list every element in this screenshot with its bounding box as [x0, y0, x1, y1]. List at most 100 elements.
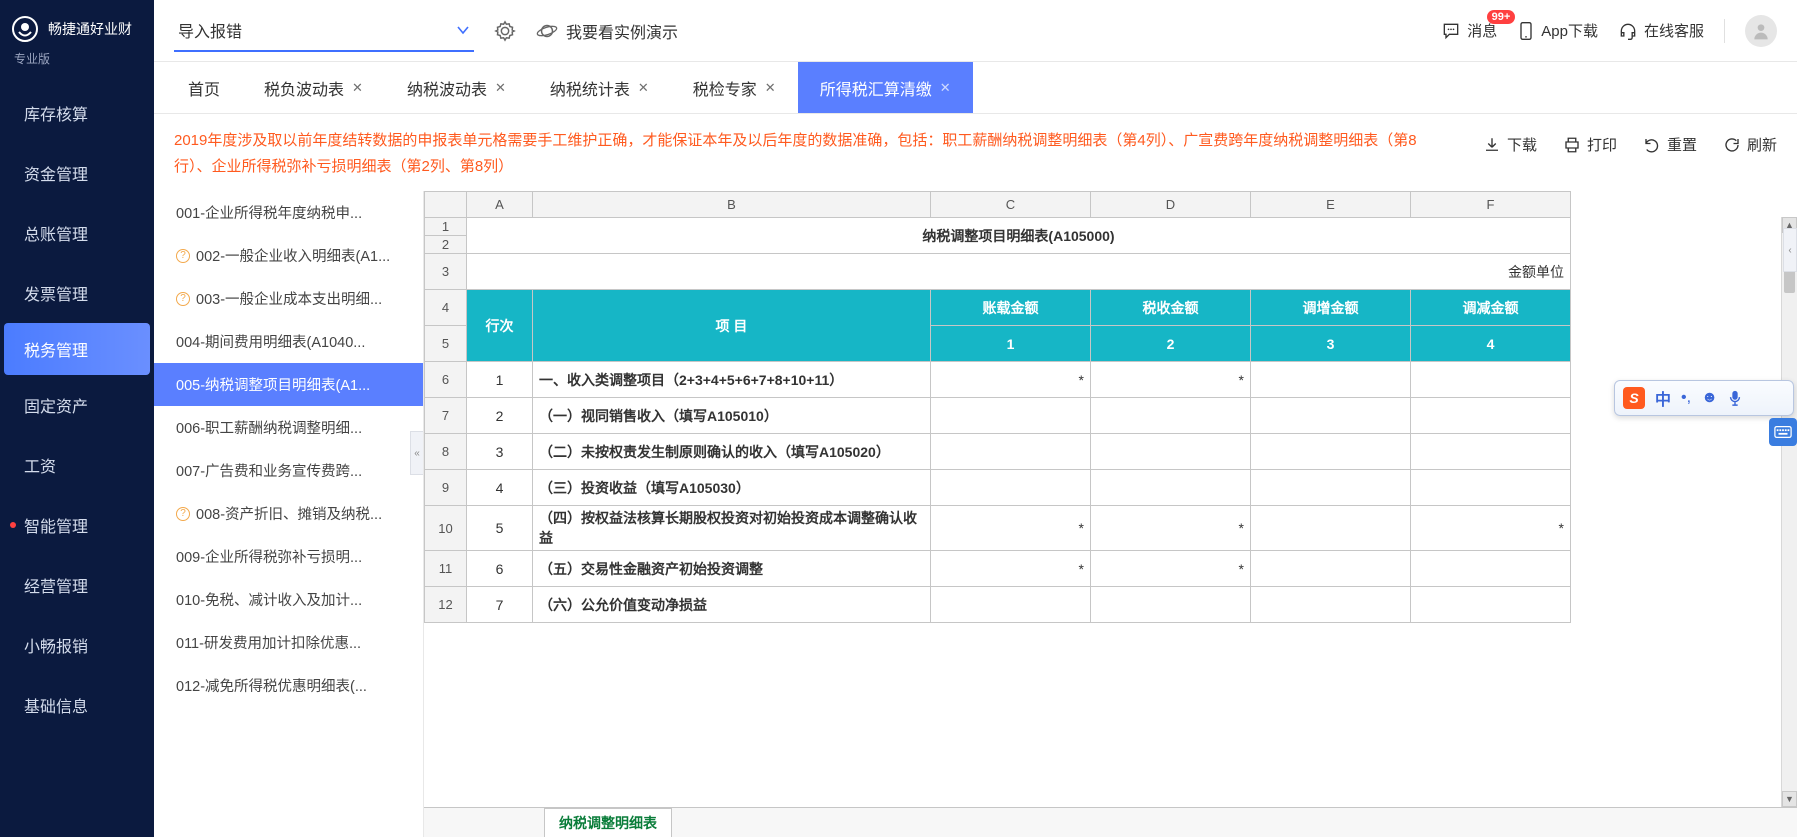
tab[interactable]: 首页 — [166, 62, 242, 113]
col-num-3[interactable]: 3 — [1251, 326, 1411, 362]
cell-value[interactable] — [1091, 587, 1251, 623]
col-decrease[interactable]: 调减金额 — [1411, 290, 1571, 326]
import-error-select[interactable]: 导入报错 — [174, 10, 474, 52]
cell-item[interactable]: （五）交易性金融资产初始投资调整 — [533, 551, 931, 587]
form-list-item[interactable]: 010-免税、减计收入及加计... — [154, 578, 423, 621]
ime-toolbar[interactable]: S 中 •, ☻ — [1614, 380, 1794, 416]
tab[interactable]: 纳税统计表✕ — [528, 62, 671, 113]
row-header[interactable]: 12 — [425, 587, 467, 623]
gear-icon[interactable] — [494, 20, 516, 42]
col-increase[interactable]: 调增金额 — [1251, 290, 1411, 326]
messages-button[interactable]: 消息 99+ — [1441, 20, 1497, 41]
avatar[interactable] — [1745, 15, 1777, 47]
scroll-down-icon[interactable]: ▼ — [1782, 791, 1797, 807]
row-header[interactable]: 7 — [425, 398, 467, 434]
col-num-4[interactable]: 4 — [1411, 326, 1571, 362]
col-tax-amount[interactable]: 税收金额 — [1091, 290, 1251, 326]
cell-item[interactable]: （三）投资收益（填写A105030） — [533, 470, 931, 506]
select-all-corner[interactable] — [425, 192, 467, 218]
sheet-title[interactable]: 纳税调整项目明细表(A105000) — [467, 218, 1571, 254]
cell-value[interactable] — [931, 587, 1091, 623]
support-button[interactable]: 在线客服 — [1618, 20, 1704, 41]
tab[interactable]: 税负波动表✕ — [242, 62, 385, 113]
form-list-item[interactable]: 007-广告费和业务宣传费跨... — [154, 449, 423, 492]
col-rownum[interactable]: 行次 — [467, 290, 533, 362]
col-header[interactable]: F — [1411, 192, 1571, 218]
form-list-item[interactable]: ?002-一般企业收入明细表(A1... — [154, 234, 423, 277]
cell-value[interactable] — [1411, 434, 1571, 470]
cell-value[interactable]: * — [1091, 506, 1251, 551]
col-book-amount[interactable]: 账载金额 — [931, 290, 1091, 326]
cell-value[interactable]: * — [931, 362, 1091, 398]
col-header[interactable]: C — [931, 192, 1091, 218]
cell-item[interactable]: （一）视同销售收入（填写A105010） — [533, 398, 931, 434]
cell-rownum[interactable]: 6 — [467, 551, 533, 587]
cell-value[interactable] — [1411, 398, 1571, 434]
row-header[interactable]: 3 — [425, 254, 467, 290]
cell-rownum[interactable]: 7 — [467, 587, 533, 623]
cell-value[interactable] — [1411, 470, 1571, 506]
demo-link[interactable]: 我要看实例演示 — [536, 19, 678, 43]
form-list-item[interactable]: 012-减免所得税优惠明细表(... — [154, 664, 423, 707]
sidebar-item[interactable]: 库存核算 — [0, 83, 154, 143]
cell-value[interactable] — [1251, 434, 1411, 470]
ime-emoji-icon[interactable]: ☻ — [1701, 389, 1718, 407]
sidebar-item[interactable]: 发票管理 — [0, 263, 154, 323]
cell-value[interactable] — [1091, 398, 1251, 434]
cell-value[interactable] — [1251, 587, 1411, 623]
refresh-button[interactable]: 刷新 — [1723, 134, 1777, 155]
sidebar-item[interactable]: 智能管理 — [0, 495, 154, 555]
close-icon[interactable]: ✕ — [638, 80, 649, 96]
cell-value[interactable] — [931, 434, 1091, 470]
cell-value[interactable] — [931, 398, 1091, 434]
cell-value[interactable] — [1251, 470, 1411, 506]
cell-value[interactable] — [1251, 362, 1411, 398]
cell-value[interactable] — [1091, 470, 1251, 506]
close-icon[interactable]: ✕ — [495, 80, 506, 96]
form-list-item[interactable]: 006-职工薪酬纳税调整明细... — [154, 406, 423, 449]
ime-mic-icon[interactable] — [1728, 390, 1742, 406]
sidebar-item[interactable]: 税务管理 — [4, 323, 150, 375]
cell-value[interactable] — [1251, 506, 1411, 551]
cell-rownum[interactable]: 2 — [467, 398, 533, 434]
col-item[interactable]: 项 目 — [533, 290, 931, 362]
cell-item[interactable]: （六）公允价值变动净损益 — [533, 587, 931, 623]
cell-value[interactable]: * — [1091, 551, 1251, 587]
row-header[interactable]: 4 — [425, 290, 467, 326]
close-icon[interactable]: ✕ — [765, 80, 776, 96]
cell-value[interactable]: * — [1091, 362, 1251, 398]
collapse-handle-left[interactable]: « — [410, 431, 424, 475]
sidebar-item[interactable]: 总账管理 — [0, 203, 154, 263]
form-list-item[interactable]: ?003-一般企业成本支出明细... — [154, 277, 423, 320]
row-header[interactable]: 5 — [425, 326, 467, 362]
form-list-item[interactable]: 011-研发费用加计扣除优惠... — [154, 621, 423, 664]
col-num-1[interactable]: 1 — [931, 326, 1091, 362]
cell-value[interactable] — [1411, 551, 1571, 587]
collapse-handle-right[interactable]: ‹ — [1783, 228, 1797, 272]
row-header[interactable]: 2 — [425, 236, 467, 254]
row-header[interactable]: 8 — [425, 434, 467, 470]
row-header[interactable]: 1 — [425, 218, 467, 236]
cell-value[interactable] — [1411, 587, 1571, 623]
cell-value[interactable] — [1091, 434, 1251, 470]
cell-value[interactable]: * — [1411, 506, 1571, 551]
tab[interactable]: 纳税波动表✕ — [385, 62, 528, 113]
form-list-item[interactable]: ?008-资产折旧、摊销及纳税... — [154, 492, 423, 535]
ime-punct-icon[interactable]: •, — [1681, 389, 1691, 407]
form-list-item[interactable]: 004-期间费用明细表(A1040... — [154, 320, 423, 363]
reset-button[interactable]: 重置 — [1643, 134, 1697, 155]
cell-value[interactable]: * — [931, 506, 1091, 551]
col-header[interactable]: E — [1251, 192, 1411, 218]
cell-rownum[interactable]: 3 — [467, 434, 533, 470]
sidebar-item[interactable]: 经营管理 — [0, 555, 154, 615]
cell-rownum[interactable]: 1 — [467, 362, 533, 398]
cell-rownum[interactable]: 4 — [467, 470, 533, 506]
cell-item[interactable]: （四）按权益法核算长期股权投资对初始投资成本调整确认收益 — [533, 506, 931, 551]
cell-rownum[interactable]: 5 — [467, 506, 533, 551]
row-header[interactable]: 9 — [425, 470, 467, 506]
form-list-item[interactable]: 001-企业所得税年度纳税申... — [154, 191, 423, 234]
cell-value[interactable]: * — [931, 551, 1091, 587]
sidebar-item[interactable]: 固定资产 — [0, 375, 154, 435]
form-list-item[interactable]: 005-纳税调整项目明细表(A1... — [154, 363, 423, 406]
print-button[interactable]: 打印 — [1563, 134, 1617, 155]
